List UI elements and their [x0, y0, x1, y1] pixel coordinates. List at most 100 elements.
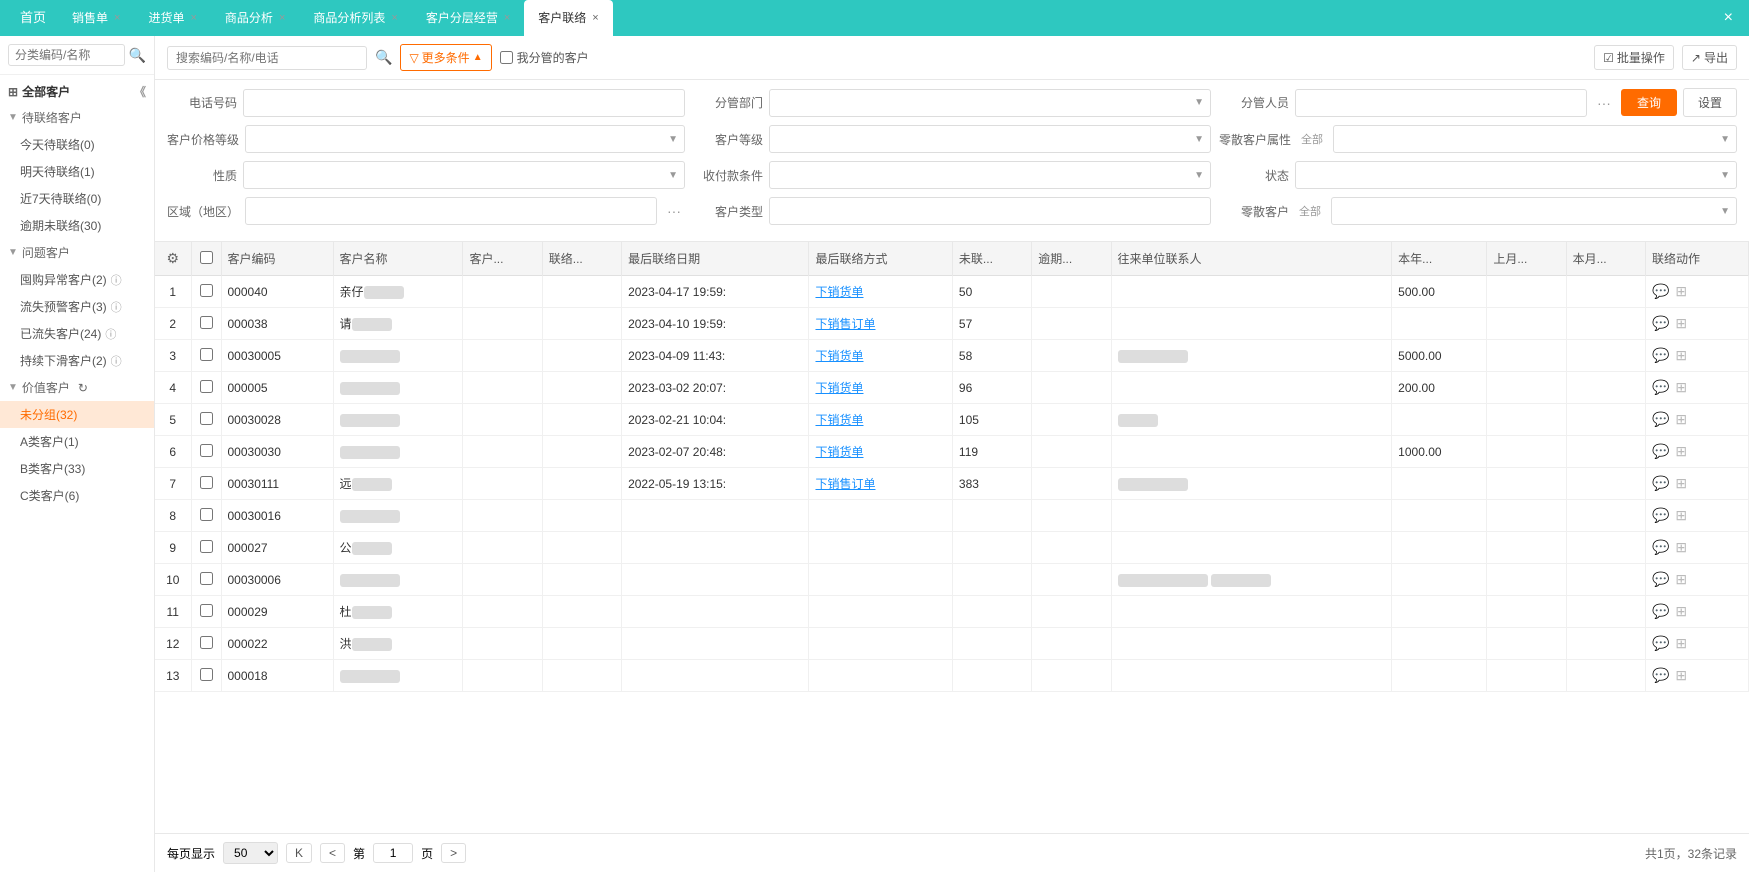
region-ellipsis-btn[interactable]: ···: [663, 203, 685, 219]
chat-icon[interactable]: 💬: [1652, 635, 1669, 652]
home-tab[interactable]: 首页: [8, 0, 58, 36]
close-customercontact-icon[interactable]: ×: [592, 0, 598, 36]
grid-action-icon[interactable]: ⊞: [1675, 411, 1687, 428]
row-checkbox[interactable]: [200, 540, 213, 553]
row-checkbox[interactable]: [200, 604, 213, 617]
reset-btn[interactable]: 设置: [1683, 88, 1737, 117]
sidebar-item-abnormal[interactable]: 囤购异常客户(2) ⓘ: [0, 266, 154, 293]
row-checkbox-cell[interactable]: [191, 436, 221, 468]
sidebar-item-overdue[interactable]: 逾期未联络(30): [0, 212, 154, 239]
chat-icon[interactable]: 💬: [1652, 411, 1669, 428]
prev-page-btn[interactable]: <: [320, 843, 345, 863]
chat-icon[interactable]: 💬: [1652, 603, 1669, 620]
grid-action-icon[interactable]: ⊞: [1675, 475, 1687, 492]
grid-action-icon[interactable]: ⊞: [1675, 667, 1687, 684]
tab-customercontact[interactable]: 客户联络 ×: [524, 0, 612, 36]
all-customers-header[interactable]: ⊞ 全部客户 《: [0, 75, 154, 104]
row-checkbox[interactable]: [200, 348, 213, 361]
row-checkbox[interactable]: [200, 316, 213, 329]
refresh-icon[interactable]: ↻: [78, 381, 88, 395]
tab-customerseg[interactable]: 客户分层经营 ×: [412, 0, 524, 36]
grid-action-icon[interactable]: ⊞: [1675, 283, 1687, 300]
collapse-icon[interactable]: 《: [134, 83, 146, 100]
sidebar-group-problem[interactable]: ▼ 问题客户: [0, 239, 154, 266]
sidebar-item-ungrouped[interactable]: 未分组(32): [0, 401, 154, 428]
cust-type-input[interactable]: [769, 197, 1211, 225]
row-checkbox-cell[interactable]: [191, 372, 221, 404]
row-checkbox-cell[interactable]: [191, 500, 221, 532]
region-select[interactable]: [245, 197, 657, 225]
payment-select[interactable]: ▼: [769, 161, 1211, 189]
sidebar-item-7days[interactable]: 近7天待联络(0): [0, 185, 154, 212]
contact-method-link[interactable]: 下销货单: [815, 381, 863, 395]
row-checkbox-cell[interactable]: [191, 276, 221, 308]
close-productanalysislist-icon[interactable]: ×: [391, 0, 397, 36]
grid-action-icon[interactable]: ⊞: [1675, 571, 1687, 588]
settings-icon[interactable]: ⚙: [166, 250, 179, 266]
tab-salesorder[interactable]: 销售单 ×: [58, 0, 134, 36]
customer-level-select[interactable]: ▼: [769, 125, 1211, 153]
row-checkbox[interactable]: [200, 444, 213, 457]
dept-select[interactable]: ▼: [769, 89, 1211, 117]
close-productanalysis-icon[interactable]: ×: [279, 0, 285, 36]
row-checkbox[interactable]: [200, 668, 213, 681]
tab-productanalysis[interactable]: 商品分析 ×: [211, 0, 299, 36]
chat-icon[interactable]: 💬: [1652, 347, 1669, 364]
row-checkbox[interactable]: [200, 380, 213, 393]
close-salesorder-icon[interactable]: ×: [114, 0, 120, 36]
sidebar-item-c-class[interactable]: C类客户(6): [0, 482, 154, 509]
batch-op-btn[interactable]: ☑ 批量操作: [1594, 45, 1674, 70]
sidebar-item-tomorrow[interactable]: 明天待联络(1): [0, 158, 154, 185]
sidebar-item-declining[interactable]: 持续下滑客户(2) ⓘ: [0, 347, 154, 374]
contact-method-link[interactable]: 下销售订单: [815, 477, 875, 491]
phone-input[interactable]: [243, 89, 685, 117]
chat-icon[interactable]: 💬: [1652, 507, 1669, 524]
nature-select[interactable]: ▼: [243, 161, 685, 189]
grid-action-icon[interactable]: ⊞: [1675, 603, 1687, 620]
row-checkbox[interactable]: [200, 636, 213, 649]
chat-icon[interactable]: 💬: [1652, 667, 1669, 684]
row-checkbox-cell[interactable]: [191, 468, 221, 500]
row-checkbox[interactable]: [200, 572, 213, 585]
chat-icon[interactable]: 💬: [1652, 475, 1669, 492]
sparse-attr-select[interactable]: ▼: [1333, 125, 1737, 153]
main-search-input[interactable]: [167, 46, 367, 70]
row-checkbox-cell[interactable]: [191, 532, 221, 564]
per-page-select[interactable]: 50 20 100: [223, 842, 278, 864]
sidebar-search-input[interactable]: [8, 44, 125, 66]
manager-select[interactable]: [1295, 89, 1587, 117]
contact-method-link[interactable]: 下销货单: [815, 349, 863, 363]
status-select[interactable]: ▼: [1295, 161, 1737, 189]
chat-icon[interactable]: 💬: [1652, 571, 1669, 588]
my-customers-checkbox-label[interactable]: 我分管的客户: [500, 49, 589, 66]
chat-icon[interactable]: 💬: [1652, 283, 1669, 300]
tab-purchaseorder[interactable]: 进货单 ×: [134, 0, 210, 36]
col-settings[interactable]: ⚙: [155, 242, 191, 276]
manager-ellipsis-btn[interactable]: ···: [1593, 95, 1615, 111]
sidebar-item-a-class[interactable]: A类客户(1): [0, 428, 154, 455]
my-customers-checkbox[interactable]: [500, 51, 513, 64]
sidebar-item-churn-warning[interactable]: 流失预警客户(3) ⓘ: [0, 293, 154, 320]
select-all-checkbox[interactable]: [200, 251, 213, 264]
close-purchaseorder-icon[interactable]: ×: [190, 0, 196, 36]
next-page-btn[interactable]: >: [441, 843, 466, 863]
contact-method-link[interactable]: 下销货单: [815, 413, 863, 427]
tab-productanalysislist[interactable]: 商品分析列表 ×: [299, 0, 411, 36]
more-conditions-btn[interactable]: ▽ 更多条件 ▲: [400, 44, 491, 71]
row-checkbox-cell[interactable]: [191, 308, 221, 340]
sidebar-item-churned[interactable]: 已流失客户(24) ⓘ: [0, 320, 154, 347]
sidebar-item-today[interactable]: 今天待联络(0): [0, 131, 154, 158]
close-all-tabs-icon[interactable]: ×: [1716, 9, 1741, 27]
price-level-select[interactable]: ▼: [245, 125, 685, 153]
row-checkbox-cell[interactable]: [191, 564, 221, 596]
sidebar-item-b-class[interactable]: B类客户(33): [0, 455, 154, 482]
sparse-cust-select[interactable]: ▼: [1331, 197, 1737, 225]
col-checkbox[interactable]: [191, 242, 221, 276]
chat-icon[interactable]: 💬: [1652, 379, 1669, 396]
grid-action-icon[interactable]: ⊞: [1675, 507, 1687, 524]
grid-action-icon[interactable]: ⊞: [1675, 315, 1687, 332]
sidebar-group-pending[interactable]: ▼ 待联络客户: [0, 104, 154, 131]
sidebar-search-icon[interactable]: 🔍: [129, 47, 146, 64]
row-checkbox[interactable]: [200, 412, 213, 425]
grid-action-icon[interactable]: ⊞: [1675, 539, 1687, 556]
